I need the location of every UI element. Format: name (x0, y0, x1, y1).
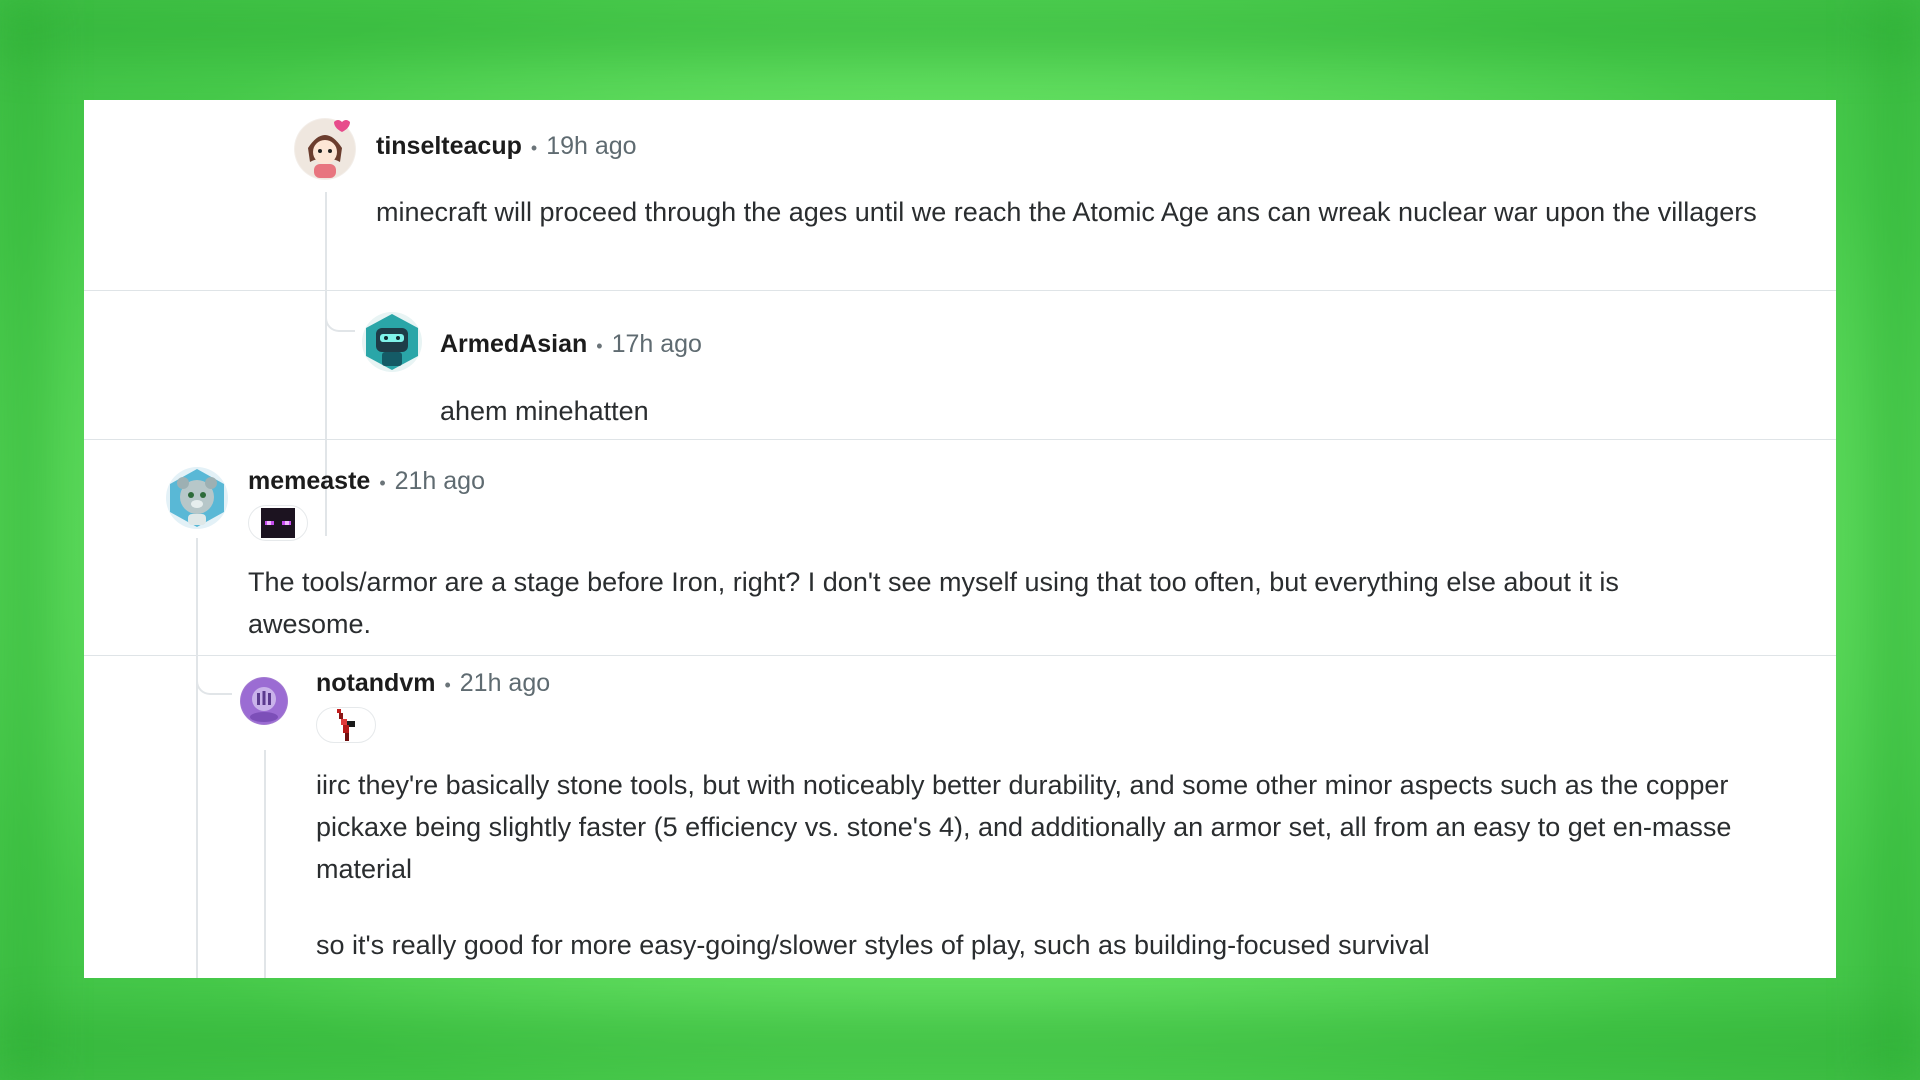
comment-meta: notandvm • 21h ago (316, 669, 550, 698)
author-name[interactable]: memeaste (248, 467, 370, 496)
enderman-face-flair-icon (261, 508, 295, 538)
thread-line (264, 750, 266, 978)
comment-paragraph: The tools/armor are a stage before Iron,… (248, 567, 1619, 639)
author-name[interactable]: ArmedAsian (440, 330, 587, 359)
avatar[interactable] (240, 677, 288, 725)
user-flair (248, 505, 308, 541)
comment-notandvm: notandvm • 21h ago iirc they're basicall… (84, 655, 1836, 978)
comment-paragraph: iirc they're basically stone tools, but … (316, 770, 1732, 884)
purple-orb-avatar-icon (241, 678, 287, 724)
avatar[interactable] (362, 312, 422, 372)
timestamp[interactable]: 19h ago (546, 132, 636, 161)
background-ray (0, 1010, 1920, 1080)
pixel-creature-flair-icon (337, 709, 355, 741)
meta-separator: • (444, 675, 451, 695)
comment-thread-card: tinselteacup • 19h ago minecraft will pr… (84, 100, 1836, 978)
meta-separator: • (596, 336, 603, 356)
timestamp[interactable]: 21h ago (460, 669, 550, 698)
avatar[interactable] (166, 467, 228, 529)
bear-avatar-icon (170, 469, 224, 527)
author-name[interactable]: tinselteacup (376, 132, 522, 161)
comment-armedasian: ArmedAsian • 17h ago ahem minehatten (84, 290, 1836, 439)
avatar[interactable] (294, 118, 356, 180)
comment-paragraph: so it's really good for more easy-going/… (316, 930, 1430, 960)
comment-body: The tools/armor are a stage before Iron,… (248, 561, 1668, 645)
anime-girl-avatar-icon (295, 119, 355, 179)
background-ray (0, 0, 1920, 60)
robot-avatar-icon (366, 314, 418, 370)
comment-memeaste: memeaste • 21h ago The tools/armor are a… (84, 439, 1836, 655)
background-ray (0, 0, 50, 1080)
comment-meta: memeaste • 21h ago (248, 467, 485, 496)
comment-meta: ArmedAsian • 17h ago (440, 330, 702, 359)
comment-tinselteacup: tinselteacup • 19h ago minecraft will pr… (84, 100, 1836, 290)
meta-separator: • (379, 473, 386, 493)
background-ray (1870, 0, 1920, 1080)
author-name[interactable]: notandvm (316, 669, 435, 698)
comment-paragraph: ahem minehatten (440, 396, 649, 426)
comment-body: ahem minehatten (440, 390, 1836, 432)
meta-separator: • (530, 138, 538, 158)
comment-body: iirc they're basically stone tools, but … (316, 764, 1746, 966)
user-flair (316, 707, 376, 743)
comment-meta: tinselteacup • 19h ago (376, 132, 637, 161)
timestamp[interactable]: 17h ago (612, 330, 702, 359)
comment-paragraph: minecraft will proceed through the ages … (376, 197, 1757, 227)
timestamp[interactable]: 21h ago (395, 467, 485, 496)
comment-body: minecraft will proceed through the ages … (376, 191, 1796, 233)
